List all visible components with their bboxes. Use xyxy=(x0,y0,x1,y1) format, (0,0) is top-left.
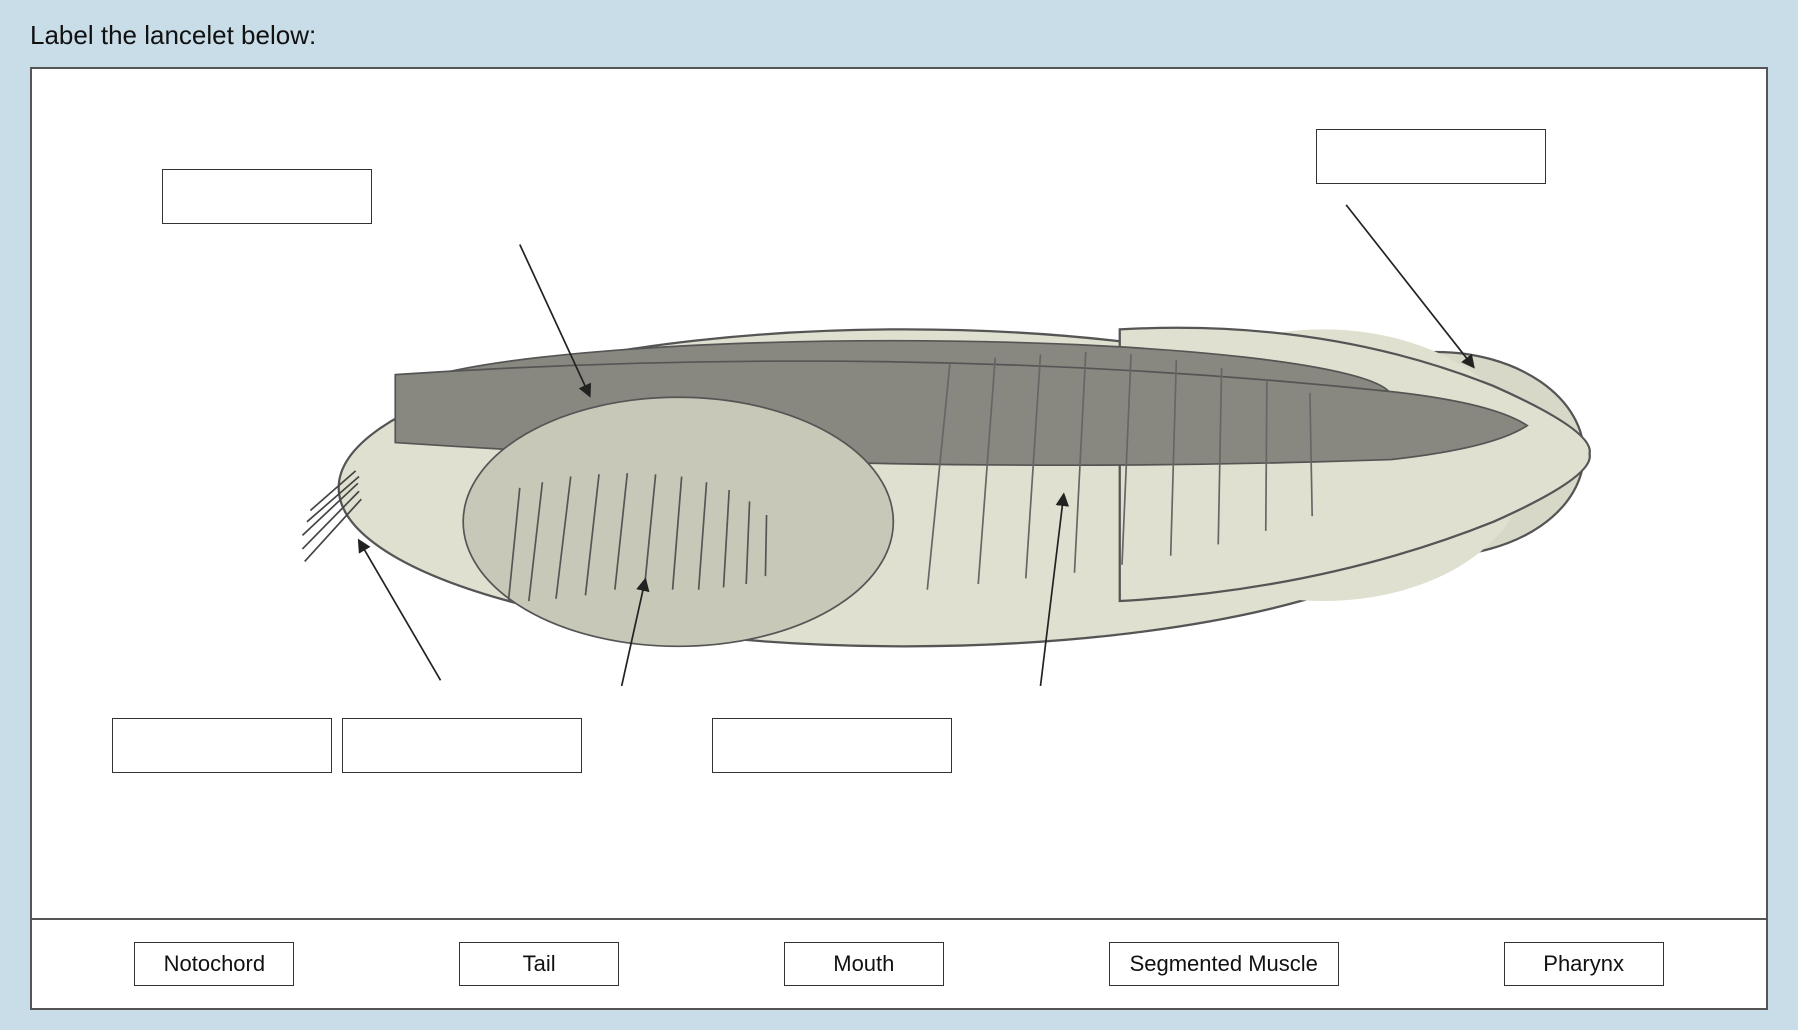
label-strip: Notochord Tail Mouth Segmented Muscle Ph… xyxy=(30,920,1768,1010)
main-area: Notochord Tail Mouth Segmented Muscle Ph… xyxy=(30,67,1768,1010)
chip-mouth[interactable]: Mouth xyxy=(784,942,944,986)
label-box-tail xyxy=(1316,129,1546,184)
label-box-notochord xyxy=(162,169,372,224)
label-box-pharynx xyxy=(342,718,582,773)
chip-tail[interactable]: Tail xyxy=(459,942,619,986)
label-box-mouth xyxy=(112,718,332,773)
instruction-text: Label the lancelet below: xyxy=(30,20,1768,51)
chip-notochord[interactable]: Notochord xyxy=(134,942,294,986)
diagram-container xyxy=(30,67,1768,920)
chip-pharynx[interactable]: Pharynx xyxy=(1504,942,1664,986)
chip-segmented-muscle[interactable]: Segmented Muscle xyxy=(1109,942,1339,986)
label-box-segmented xyxy=(712,718,952,773)
